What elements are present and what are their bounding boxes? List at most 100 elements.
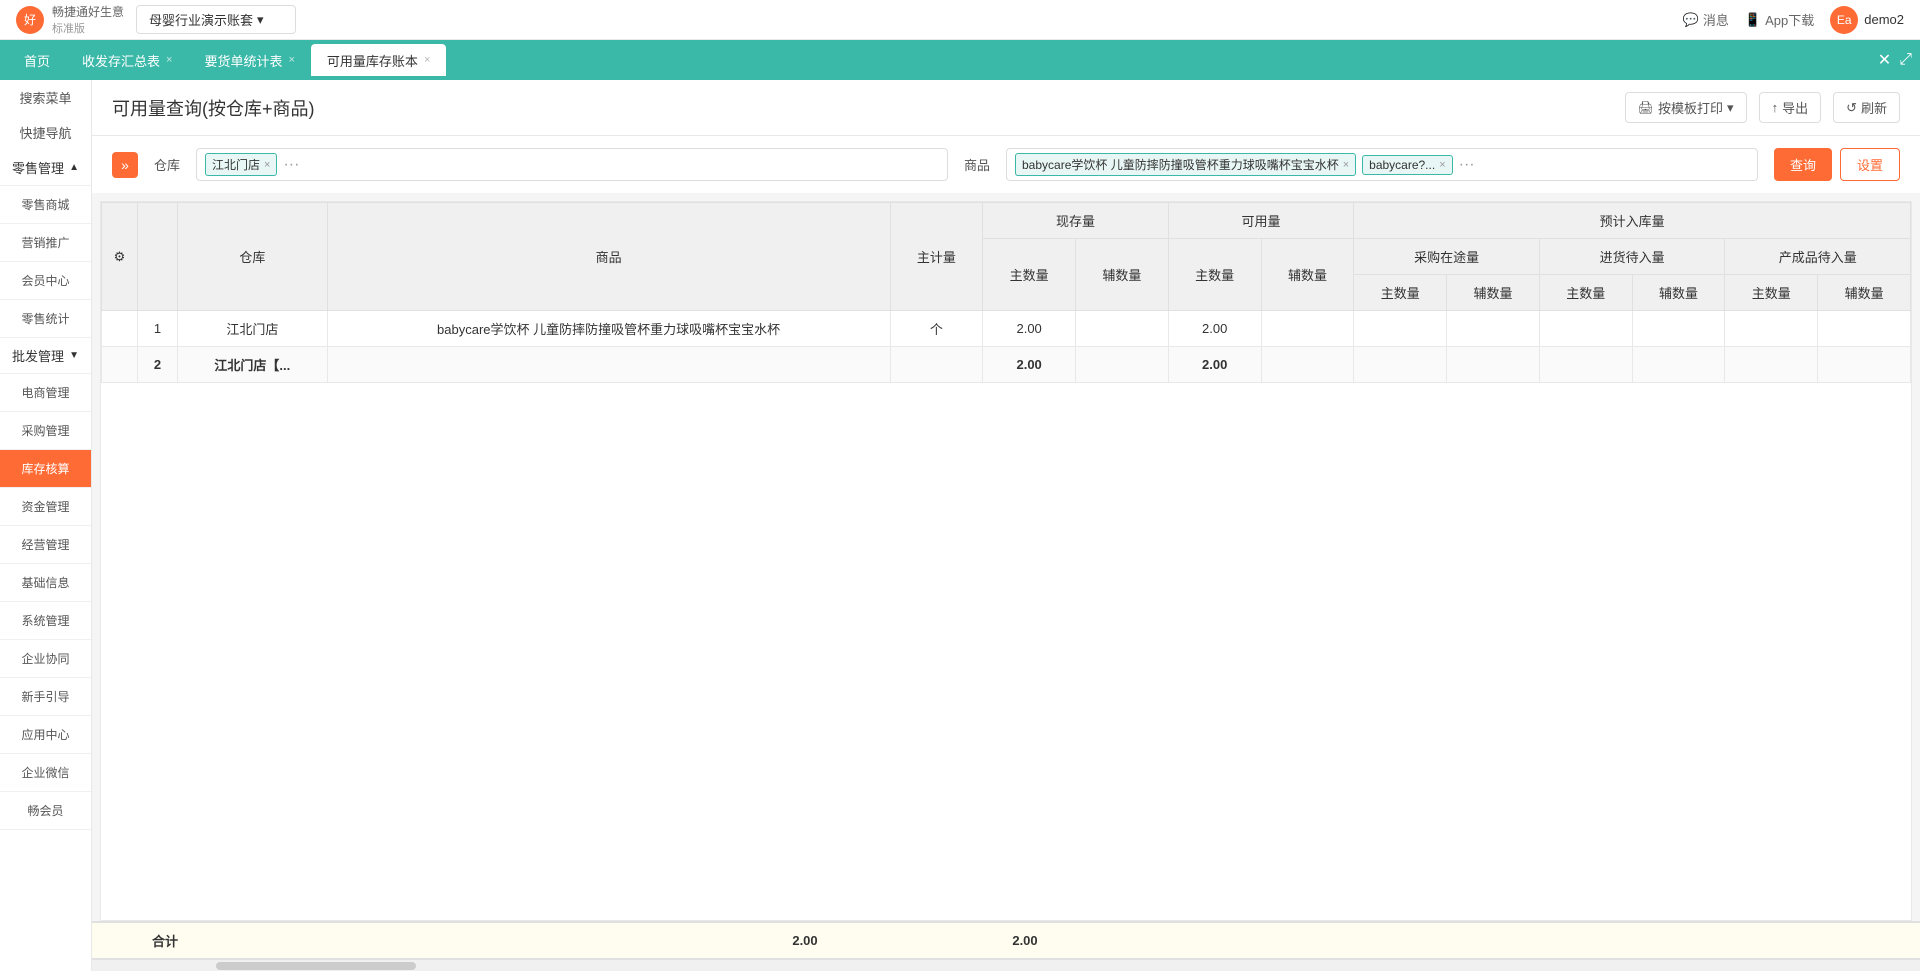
user-area[interactable]: Ea demo2 <box>1830 6 1904 34</box>
row-1-product: babycare学饮杯 儿童防摔防撞吸管杯重力球吸嘴杯宝宝水杯 <box>327 311 890 347</box>
th-current-aux: 辅数量 <box>1076 239 1169 311</box>
sidebar-item-inventory[interactable]: 库存核算 <box>0 450 91 488</box>
export-btn[interactable]: ↑ 导出 <box>1759 92 1822 123</box>
tab-available-stock-label: 可用量库存账本 <box>327 51 418 70</box>
sidebar-finance-label: 资金管理 <box>21 498 69 515</box>
tab-income-expense-close[interactable]: × <box>166 54 172 66</box>
message-icon: 💬 <box>1683 12 1699 28</box>
sidebar-item-retail-stats[interactable]: 零售统计 <box>0 300 91 338</box>
scroll-thumb[interactable] <box>216 962 416 970</box>
row-1-finished-pending-main <box>1725 311 1818 347</box>
export-label: 导出 <box>1782 98 1808 117</box>
sidebar-item-purchase[interactable]: 采购管理 <box>0 412 91 450</box>
print-btn[interactable]: 🖨 按模板打印 ▾ <box>1625 92 1747 123</box>
product-label: 商品 <box>964 155 990 174</box>
message-btn[interactable]: 💬 消息 <box>1683 10 1729 29</box>
content-area: 可用量查询(按仓库+商品) 🖨 按模板打印 ▾ ↑ 导出 ↺ 刷新 » <box>92 80 1920 971</box>
org-selector[interactable]: 母婴行业演示账套 ▾ <box>136 5 296 34</box>
sidebar-search-menu[interactable]: 搜索菜单 <box>0 80 91 115</box>
product-tag-1-close[interactable]: × <box>1343 159 1349 171</box>
user-name: demo2 <box>1864 12 1904 27</box>
chevron-down-icon: ▾ <box>257 12 264 28</box>
sidebar-member-center-label: 会员中心 <box>21 272 69 289</box>
tab-income-expense-label: 收发存汇总表 <box>82 51 160 70</box>
th-settings[interactable]: ⚙ <box>102 203 138 311</box>
sidebar-item-enterprise-wechat[interactable]: 企业微信 <box>0 754 91 792</box>
tab-order-stats[interactable]: 要货单统计表 × <box>188 44 310 76</box>
filter-expand-btn[interactable]: » <box>112 152 138 178</box>
app-download-btn[interactable]: 📱 App下载 <box>1745 10 1814 29</box>
sidebar-item-operation[interactable]: 经营管理 <box>0 526 91 564</box>
row-1-num: 1 <box>138 311 178 347</box>
product-tag-2-close[interactable]: × <box>1439 159 1445 171</box>
row-2-available-main: 2.00 <box>1168 347 1261 383</box>
page-actions: 🖨 按模板打印 ▾ ↑ 导出 ↺ 刷新 <box>1625 92 1901 135</box>
product-filter-tags[interactable]: babycare学饮杯 儿童防摔防撞吸管杯重力球吸嘴杯宝宝水杯 × babyca… <box>1006 148 1758 181</box>
table-container[interactable]: ⚙ 仓库 商品 主计量 现存量 可用量 预计入库量 主数量 辅数量 主数量 辅数… <box>100 201 1912 921</box>
warehouse-filter-tags[interactable]: 江北门店 × ··· <box>196 148 948 181</box>
row-1-inbound-pending-aux <box>1632 311 1725 347</box>
row-2-purchase-transit-main <box>1354 347 1447 383</box>
warehouse-tag-1-text: 江北门店 <box>212 156 260 173</box>
filter-row: 仓库 江北门店 × ··· 商品 babycare学饮杯 儿童防摔防撞吸管杯重力… <box>154 148 1758 181</box>
sidebar-item-wholesale-mgmt[interactable]: 批发管理 ▼ <box>0 338 91 374</box>
message-label: 消息 <box>1703 10 1729 29</box>
sidebar-item-ecommerce[interactable]: 电商管理 <box>0 374 91 412</box>
tab-available-stock[interactable]: 可用量库存账本 × <box>311 44 446 76</box>
refresh-btn[interactable]: ↺ 刷新 <box>1833 92 1900 123</box>
filter-dots-2[interactable]: ··· <box>1459 156 1475 174</box>
sidebar-item-system[interactable]: 系统管理 <box>0 602 91 640</box>
th-product: 商品 <box>327 203 890 311</box>
warehouse-label: 仓库 <box>154 155 180 174</box>
product-tag-1[interactable]: babycare学饮杯 儿童防摔防撞吸管杯重力球吸嘴杯宝宝水杯 × <box>1015 153 1356 176</box>
row-1-available-aux <box>1261 311 1354 347</box>
org-selector-text: 母婴行业演示账套 <box>149 10 253 29</box>
setting-button[interactable]: 设置 <box>1840 148 1900 181</box>
sidebar-item-retail-mgmt[interactable]: 零售管理 ▲ <box>0 150 91 186</box>
sidebar-item-new-guide[interactable]: 新手引导 <box>0 678 91 716</box>
th-available-group: 可用量 <box>1168 203 1354 239</box>
sidebar-item-app-center[interactable]: 应用中心 <box>0 716 91 754</box>
tab-home[interactable]: 首页 <box>8 44 66 76</box>
th-num <box>138 203 178 311</box>
row-2-current-aux <box>1076 347 1169 383</box>
tab-available-stock-close[interactable]: × <box>424 54 430 66</box>
filter-dots-1[interactable]: ··· <box>283 156 299 174</box>
warehouse-tag-1-close[interactable]: × <box>264 159 270 171</box>
sidebar-enterprise-wechat-label: 企业微信 <box>21 764 69 781</box>
close-all-icon[interactable]: ✕ <box>1878 50 1891 70</box>
top-bar-left: 好 畅捷通好生意 标准版 母婴行业演示账套 ▾ <box>16 3 296 36</box>
sidebar-item-marketing[interactable]: 营销推广 <box>0 224 91 262</box>
tab-order-stats-close[interactable]: × <box>288 54 294 66</box>
sidebar-item-retail-mall[interactable]: 零售商城 <box>0 186 91 224</box>
table-row: 2 江北门店【... 2.00 2.00 <box>102 347 1911 383</box>
row-2-current-main: 2.00 <box>983 347 1076 383</box>
sidebar-inventory-label: 库存核算 <box>21 460 69 477</box>
footer-label: 合计 <box>92 931 750 950</box>
sidebar-item-enterprise-coop[interactable]: 企业协同 <box>0 640 91 678</box>
fullscreen-icon[interactable]: ⤢ <box>1899 51 1912 69</box>
scroll-bar-area[interactable] <box>92 959 1920 971</box>
tab-income-expense[interactable]: 收发存汇总表 × <box>66 44 188 76</box>
row-2-finished-pending-aux <box>1818 347 1911 383</box>
page-title: 可用量查询(按仓库+商品) <box>112 95 315 133</box>
sidebar-item-member-center[interactable]: 会员中心 <box>0 262 91 300</box>
nav-tabs-right: ✕ ⤢ <box>1878 50 1912 70</box>
sidebar-item-vip-member[interactable]: 畅会员 <box>0 792 91 830</box>
sidebar-item-basic-info[interactable]: 基础信息 <box>0 564 91 602</box>
logo-text: 畅捷通好生意 <box>52 3 124 20</box>
sidebar-quick-nav[interactable]: 快捷导航 <box>0 115 91 150</box>
row-2-warehouse: 江北门店【... <box>178 347 328 383</box>
product-tag-2[interactable]: babycare?... × <box>1362 155 1452 175</box>
row-2-settings <box>102 347 138 383</box>
footer-available-main: 2.00 <box>970 933 1080 948</box>
sidebar-ecommerce-label: 电商管理 <box>21 384 69 401</box>
row-2-finished-pending-main <box>1725 347 1818 383</box>
sidebar-item-finance[interactable]: 资金管理 <box>0 488 91 526</box>
query-button[interactable]: 查询 <box>1774 148 1832 181</box>
th-purchase-transit-group: 采购在途量 <box>1354 239 1540 275</box>
warehouse-tag-1[interactable]: 江北门店 × <box>205 153 277 176</box>
th-available-aux: 辅数量 <box>1261 239 1354 311</box>
th-purchase-transit-aux: 辅数量 <box>1447 275 1540 311</box>
table-footer: 合计 2.00 2.00 <box>92 921 1920 959</box>
